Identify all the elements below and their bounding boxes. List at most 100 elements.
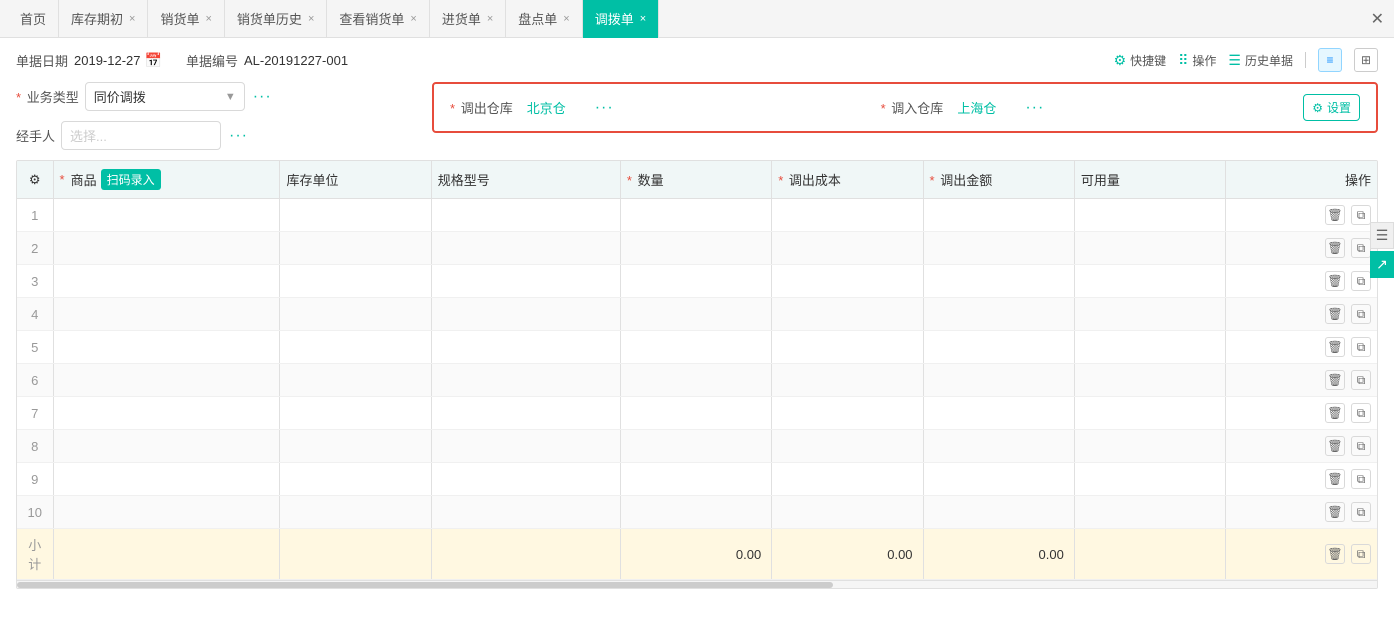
calendar-icon[interactable]: 📅 — [145, 52, 162, 69]
cell-amount[interactable] — [923, 232, 1074, 265]
cell-amount[interactable] — [923, 397, 1074, 430]
cell-amount[interactable] — [923, 430, 1074, 463]
cell-spec[interactable] — [431, 397, 620, 430]
delete-icon[interactable]: 🗑 — [1325, 469, 1345, 489]
cell-product[interactable] — [53, 364, 280, 397]
shortcut-action[interactable]: ⚙ 快捷键 — [1114, 52, 1167, 69]
cell-unit[interactable] — [280, 463, 431, 496]
cell-cost[interactable] — [772, 298, 923, 331]
copy-icon[interactable]: ⧉ — [1351, 370, 1371, 390]
delete-icon[interactable]: 🗑 — [1325, 238, 1345, 258]
cell-qty[interactable] — [620, 364, 771, 397]
cell-unit[interactable] — [280, 430, 431, 463]
cell-product[interactable] — [53, 463, 280, 496]
close-all-tabs-button[interactable]: ✕ — [1371, 9, 1384, 29]
cell-amount[interactable] — [923, 199, 1074, 232]
cell-spec[interactable] — [431, 265, 620, 298]
copy-icon[interactable]: ⧉ — [1351, 502, 1371, 522]
handler-select[interactable]: 选择... — [61, 121, 221, 150]
cell-product[interactable] — [53, 430, 280, 463]
cell-product[interactable] — [53, 331, 280, 364]
copy-icon[interactable]: ⧉ — [1351, 544, 1371, 564]
cell-cost[interactable] — [772, 232, 923, 265]
copy-icon[interactable]: ⧉ — [1351, 304, 1371, 324]
cell-qty[interactable] — [620, 397, 771, 430]
cell-cost[interactable] — [772, 397, 923, 430]
delete-icon[interactable]: 🗑 — [1325, 304, 1345, 324]
cell-cost[interactable] — [772, 463, 923, 496]
copy-icon[interactable]: ⧉ — [1351, 436, 1371, 456]
tab-purchase-order-close[interactable]: × — [487, 13, 493, 25]
cell-unit[interactable] — [280, 397, 431, 430]
cell-product[interactable] — [53, 298, 280, 331]
cell-unit[interactable] — [280, 199, 431, 232]
cell-amount[interactable] — [923, 364, 1074, 397]
cell-unit[interactable] — [280, 298, 431, 331]
cell-unit[interactable] — [280, 232, 431, 265]
th-settings[interactable]: ⚙ — [17, 161, 53, 199]
copy-icon[interactable]: ⧉ — [1351, 205, 1371, 225]
cell-spec[interactable] — [431, 232, 620, 265]
cell-product[interactable] — [53, 232, 280, 265]
tab-sales-history-close[interactable]: × — [308, 13, 314, 25]
cell-cost[interactable] — [772, 265, 923, 298]
tab-sales-order[interactable]: 销货单 × — [148, 0, 224, 38]
cell-qty[interactable] — [620, 298, 771, 331]
cell-qty[interactable] — [620, 265, 771, 298]
cell-qty[interactable] — [620, 496, 771, 529]
cell-qty[interactable] — [620, 430, 771, 463]
delete-icon[interactable]: 🗑 — [1325, 271, 1345, 291]
delete-icon[interactable]: 🗑 — [1325, 502, 1345, 522]
cell-spec[interactable] — [431, 298, 620, 331]
tab-stocktake[interactable]: 盘点单 × — [506, 0, 582, 38]
cell-product[interactable] — [53, 496, 280, 529]
cell-spec[interactable] — [431, 463, 620, 496]
tab-inventory-init[interactable]: 库存期初 × — [59, 0, 148, 38]
cell-amount[interactable] — [923, 265, 1074, 298]
settings-button[interactable]: ⚙ 设置 — [1303, 94, 1360, 121]
cell-cost[interactable] — [772, 199, 923, 232]
cell-spec[interactable] — [431, 199, 620, 232]
delete-icon[interactable]: 🗑 — [1325, 436, 1345, 456]
cell-qty[interactable] — [620, 463, 771, 496]
business-type-select[interactable]: 同价调拨 ▼ — [85, 82, 245, 111]
copy-icon[interactable]: ⧉ — [1351, 403, 1371, 423]
cell-spec[interactable] — [431, 331, 620, 364]
export-button[interactable]: ↗ — [1370, 251, 1394, 278]
cell-qty[interactable] — [620, 199, 771, 232]
handler-more-button[interactable]: ··· — [229, 127, 248, 145]
cell-unit[interactable] — [280, 364, 431, 397]
horizontal-scrollbar[interactable] — [17, 580, 1377, 588]
warehouse-out-more-button[interactable]: ··· — [595, 99, 614, 117]
cell-unit[interactable] — [280, 331, 431, 364]
history-action[interactable]: ☰ 历史单据 — [1228, 52, 1293, 69]
cell-cost[interactable] — [772, 496, 923, 529]
tab-sales-history[interactable]: 销货单历史 × — [225, 0, 327, 38]
cell-spec[interactable] — [431, 364, 620, 397]
cell-amount[interactable] — [923, 331, 1074, 364]
toolbar-grid-button[interactable]: ⊞ — [1354, 48, 1378, 72]
copy-icon[interactable]: ⧉ — [1351, 238, 1371, 258]
delete-icon[interactable]: 🗑 — [1325, 544, 1345, 564]
tab-transfer[interactable]: 调拨单 × — [583, 0, 659, 38]
tab-sales-order-close[interactable]: × — [205, 13, 211, 25]
copy-icon[interactable]: ⧉ — [1351, 337, 1371, 357]
cell-qty[interactable] — [620, 331, 771, 364]
delete-icon[interactable]: 🗑 — [1325, 205, 1345, 225]
tab-transfer-close[interactable]: × — [640, 13, 646, 25]
tab-home[interactable]: 首页 — [8, 0, 59, 38]
delete-icon[interactable]: 🗑 — [1325, 337, 1345, 357]
business-type-more-button[interactable]: ··· — [253, 88, 272, 106]
tab-view-sales[interactable]: 查看销货单 × — [327, 0, 429, 38]
operations-action[interactable]: ⠿ 操作 — [1178, 52, 1216, 69]
cell-amount[interactable] — [923, 463, 1074, 496]
cell-product[interactable] — [53, 265, 280, 298]
cell-cost[interactable] — [772, 364, 923, 397]
warehouse-in-more-button[interactable]: ··· — [1025, 99, 1044, 117]
cell-amount[interactable] — [923, 496, 1074, 529]
cell-qty[interactable] — [620, 232, 771, 265]
cell-unit[interactable] — [280, 265, 431, 298]
cell-unit[interactable] — [280, 496, 431, 529]
doc-list-button[interactable]: ☰ — [1370, 222, 1394, 249]
cell-amount[interactable] — [923, 298, 1074, 331]
